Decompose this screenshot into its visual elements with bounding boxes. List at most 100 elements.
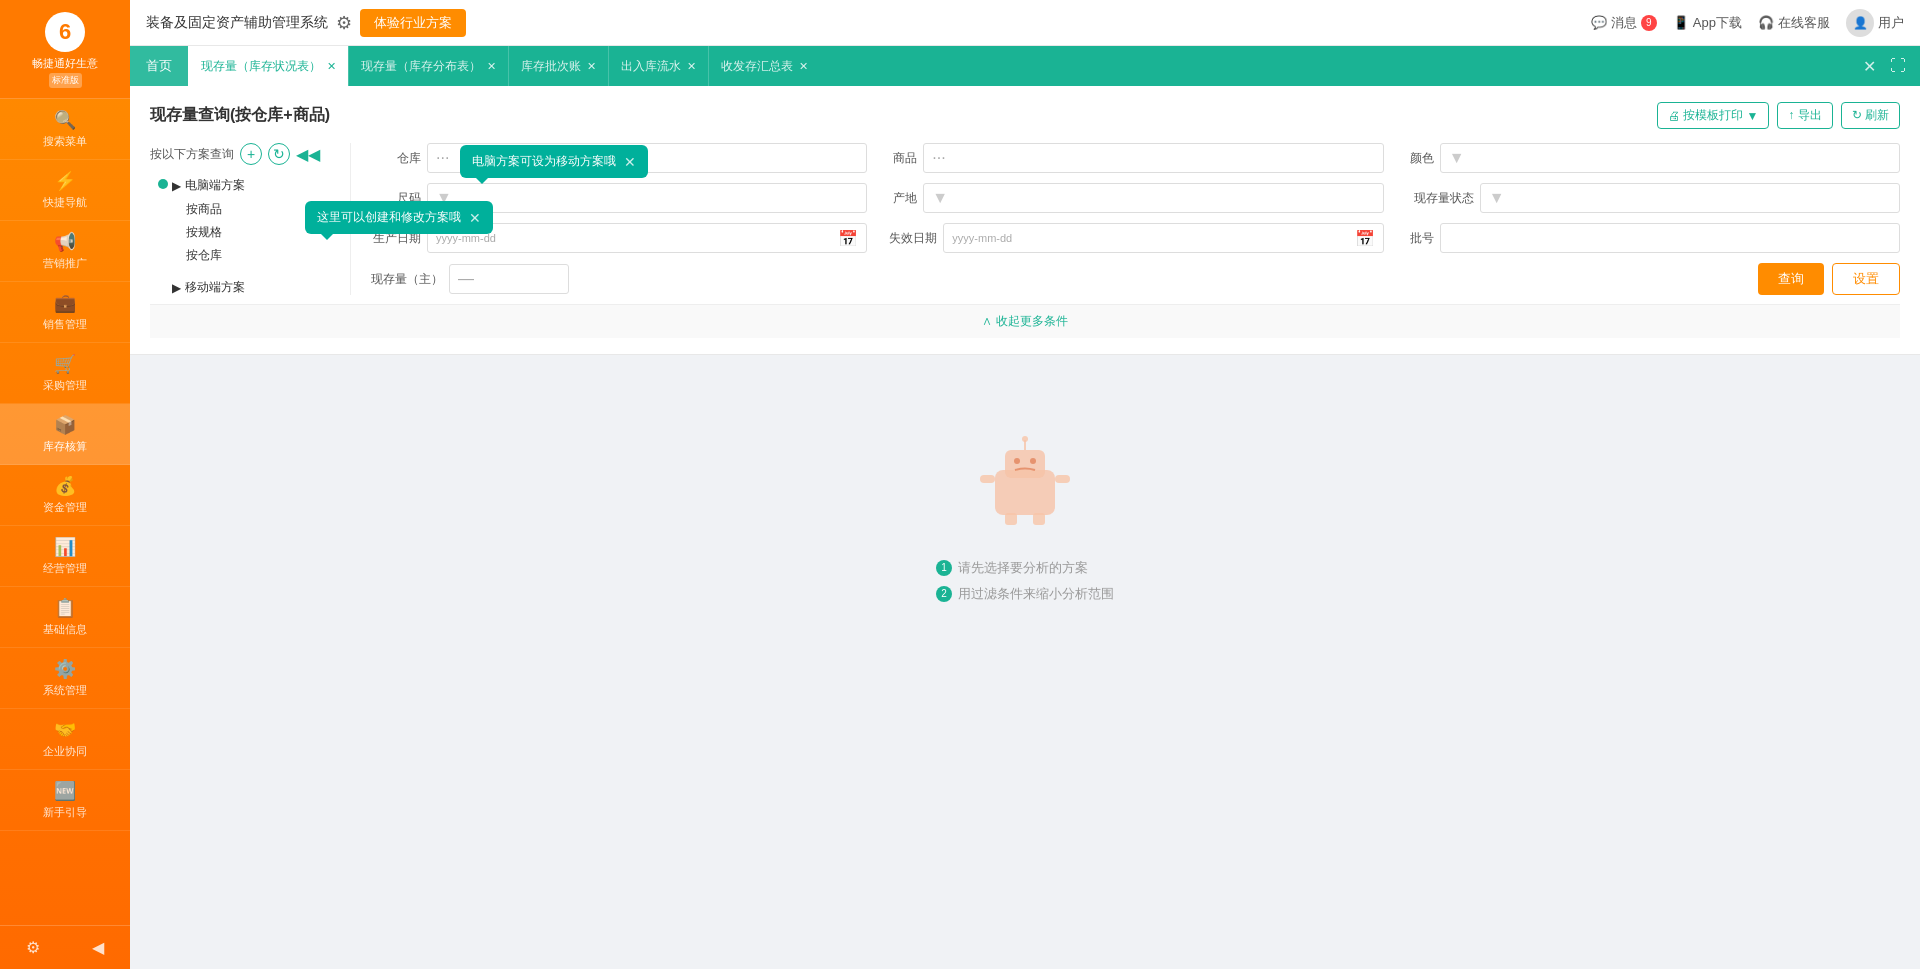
sidebar-item-label-quick-nav: 快捷导航 <box>43 195 87 210</box>
tab-receive-send[interactable]: 收发存汇总表 ✕ <box>708 46 820 86</box>
sidebar-item-label-search: 搜索菜单 <box>43 134 87 149</box>
app-download-item[interactable]: 📱 App下载 <box>1673 14 1742 32</box>
size-select[interactable]: ▼ <box>427 183 867 213</box>
goods-dots: ··· <box>932 149 945 167</box>
mobile-scheme-title[interactable]: ▶ 移动端方案 <box>172 275 350 300</box>
production-date-calendar-icon: 📅 <box>838 229 858 248</box>
filter-arrow-btn[interactable]: ◀◀ <box>296 145 320 164</box>
notification-item[interactable]: 💬 消息 9 <box>1591 14 1657 32</box>
export-btn[interactable]: ↑ 导出 <box>1777 102 1832 129</box>
tab-receive-send-close[interactable]: ✕ <box>799 60 808 73</box>
goods-select[interactable]: ··· <box>923 143 1383 173</box>
expiry-date-placeholder: yyyy-mm-dd <box>952 232 1012 244</box>
query-title-bar: 现存量查询(按仓库+商品) 🖨 按模板打印 ▼ ↑ 导出 ↻ 刷新 <box>150 102 1900 129</box>
tab-in-out-flow-close[interactable]: ✕ <box>687 60 696 73</box>
sidebar-item-quick-nav[interactable]: ⚡ 快捷导航 <box>0 160 130 221</box>
filter-row-3: 生产日期 yyyy-mm-dd 📅 失效日期 yyyy-mm-dd <box>371 223 1900 253</box>
tooltip-scheme-mobile: 电脑方案可设为移动方案哦 ✕ <box>460 145 648 178</box>
empty-tips: 1 请先选择要分析的方案 2 用过滤条件来缩小分析范围 <box>936 555 1114 607</box>
user-label: 用户 <box>1878 14 1904 32</box>
sidebar-item-enterprise[interactable]: 🤝 企业协同 <box>0 709 130 770</box>
tab-home[interactable]: 首页 <box>130 46 188 86</box>
color-select[interactable]: ▼ <box>1440 143 1900 173</box>
tab-inventory-status[interactable]: 现存量（库存状况表） ✕ <box>188 46 348 86</box>
sidebar-item-label-inventory: 库存核算 <box>43 439 87 454</box>
tab-maximize-btn[interactable]: ⛶ <box>1884 55 1912 77</box>
refresh-icon: ↻ <box>1852 108 1862 122</box>
logo-badge: 标准版 <box>49 73 82 88</box>
mobile-scheme-arrow: ▶ <box>172 281 181 295</box>
expiry-date-input[interactable]: yyyy-mm-dd 📅 <box>943 223 1383 253</box>
system-icon: ⚙️ <box>54 658 76 680</box>
expiry-date-field: 失效日期 yyyy-mm-dd 📅 <box>887 223 1383 253</box>
tab-in-out-flow-label: 出入库流水 <box>621 58 681 75</box>
stock-qty-input[interactable]: — <box>449 264 569 294</box>
sidebar-settings-btn[interactable]: ⚙ <box>18 934 48 961</box>
logo-text: 畅捷通好生意 <box>32 56 98 71</box>
sidebar-collapse-btn[interactable]: ◀ <box>84 934 112 961</box>
scheme-item-warehouse[interactable]: 按仓库 <box>186 244 350 267</box>
tab-in-out-flow[interactable]: 出入库流水 ✕ <box>608 46 708 86</box>
online-support-item[interactable]: 🎧 在线客服 <box>1758 14 1830 32</box>
phone-icon: 📱 <box>1673 15 1689 30</box>
online-support-label: 在线客服 <box>1778 14 1830 32</box>
stock-status-select[interactable]: ▼ <box>1480 183 1900 213</box>
tooltip-create-scheme: 这里可以创建和修改方案哦 ✕ <box>305 201 493 234</box>
tooltip2-close-btn[interactable]: ✕ <box>469 210 481 226</box>
tooltip2-text: 这里可以创建和修改方案哦 <box>317 209 461 226</box>
tip-num-2: 2 <box>936 586 952 602</box>
sidebar-item-sales[interactable]: 💼 销售管理 <box>0 282 130 343</box>
search-btn[interactable]: 查询 <box>1758 263 1824 295</box>
tab-batch-approval-close[interactable]: ✕ <box>587 60 596 73</box>
tab-inventory-dist[interactable]: 现存量（库存分布表） ✕ <box>348 46 508 86</box>
empty-illustration <box>975 435 1075 535</box>
filter-row-4: 现存量（主） — 查询 设置 <box>371 263 1900 295</box>
tab-batch-approval[interactable]: 库存批次账 ✕ <box>508 46 608 86</box>
sidebar-item-search[interactable]: 🔍 搜索菜单 <box>0 99 130 160</box>
tooltip1-text: 电脑方案可设为移动方案哦 <box>472 153 616 170</box>
sidebar-item-finance[interactable]: 💰 资金管理 <box>0 465 130 526</box>
schemes-header: 按以下方案查询 + ↻ ◀◀ <box>150 143 350 165</box>
expiry-date-calendar-icon: 📅 <box>1355 229 1375 248</box>
stock-qty-placeholder: — <box>458 270 474 288</box>
purchase-icon: 🛒 <box>54 353 76 375</box>
header-left: 装备及固定资产辅助管理系统 ⚙ 体验行业方案 <box>146 9 466 37</box>
tab-inventory-status-close[interactable]: ✕ <box>327 60 336 73</box>
tab-close-all-btn[interactable]: ✕ <box>1857 55 1882 78</box>
notification-label: 消息 <box>1611 14 1637 32</box>
collapse-more-btn[interactable]: ∧ 收起更多条件 <box>150 304 1900 338</box>
filter-add-btn[interactable]: + <box>240 143 262 165</box>
header-gear-icon[interactable]: ⚙ <box>336 12 352 34</box>
sidebar-item-marketing[interactable]: 📢 营销推广 <box>0 221 130 282</box>
sales-icon: 💼 <box>54 292 76 314</box>
batch-no-label: 批号 <box>1404 230 1434 247</box>
refresh-btn[interactable]: ↻ 刷新 <box>1841 102 1900 129</box>
sidebar-item-purchase[interactable]: 🛒 采购管理 <box>0 343 130 404</box>
empty-tip1-text: 请先选择要分析的方案 <box>958 555 1088 581</box>
print-btn[interactable]: 🖨 按模板打印 ▼ <box>1657 102 1769 129</box>
quick-nav-icon: ⚡ <box>54 170 76 192</box>
tab-inventory-dist-close[interactable]: ✕ <box>487 60 496 73</box>
experience-btn[interactable]: 体验行业方案 <box>360 9 466 37</box>
stock-qty-field: 现存量（主） — <box>371 264 569 294</box>
sidebar-item-system[interactable]: ⚙️ 系统管理 <box>0 648 130 709</box>
sidebar-item-guide[interactable]: 🆕 新手引导 <box>0 770 130 831</box>
sidebar-item-operations[interactable]: 📊 经营管理 <box>0 526 130 587</box>
print-dropdown-icon: ▼ <box>1746 109 1758 123</box>
logo-icon: 6 <box>45 12 85 52</box>
sidebar-item-basic-info[interactable]: 📋 基础信息 <box>0 587 130 648</box>
svg-rect-7 <box>1033 513 1045 525</box>
user-item[interactable]: 👤 用户 <box>1846 9 1904 37</box>
origin-select[interactable]: ▼ <box>923 183 1383 213</box>
production-date-input[interactable]: yyyy-mm-dd 📅 <box>427 223 867 253</box>
sidebar-item-inventory[interactable]: 📦 库存核算 <box>0 404 130 465</box>
top-header: 装备及固定资产辅助管理系统 ⚙ 体验行业方案 💬 消息 9 📱 App下载 🎧 … <box>130 0 1920 46</box>
filter-refresh-btn[interactable]: ↻ <box>268 143 290 165</box>
batch-no-input[interactable] <box>1440 223 1900 253</box>
tip-num-1: 1 <box>936 560 952 576</box>
pc-scheme-title[interactable]: ▶ 电脑端方案 <box>172 173 350 198</box>
reset-btn[interactable]: 设置 <box>1832 263 1900 295</box>
tooltip1-close-btn[interactable]: ✕ <box>624 154 636 170</box>
sidebar-item-label-guide: 新手引导 <box>43 805 87 820</box>
marketing-icon: 📢 <box>54 231 76 253</box>
